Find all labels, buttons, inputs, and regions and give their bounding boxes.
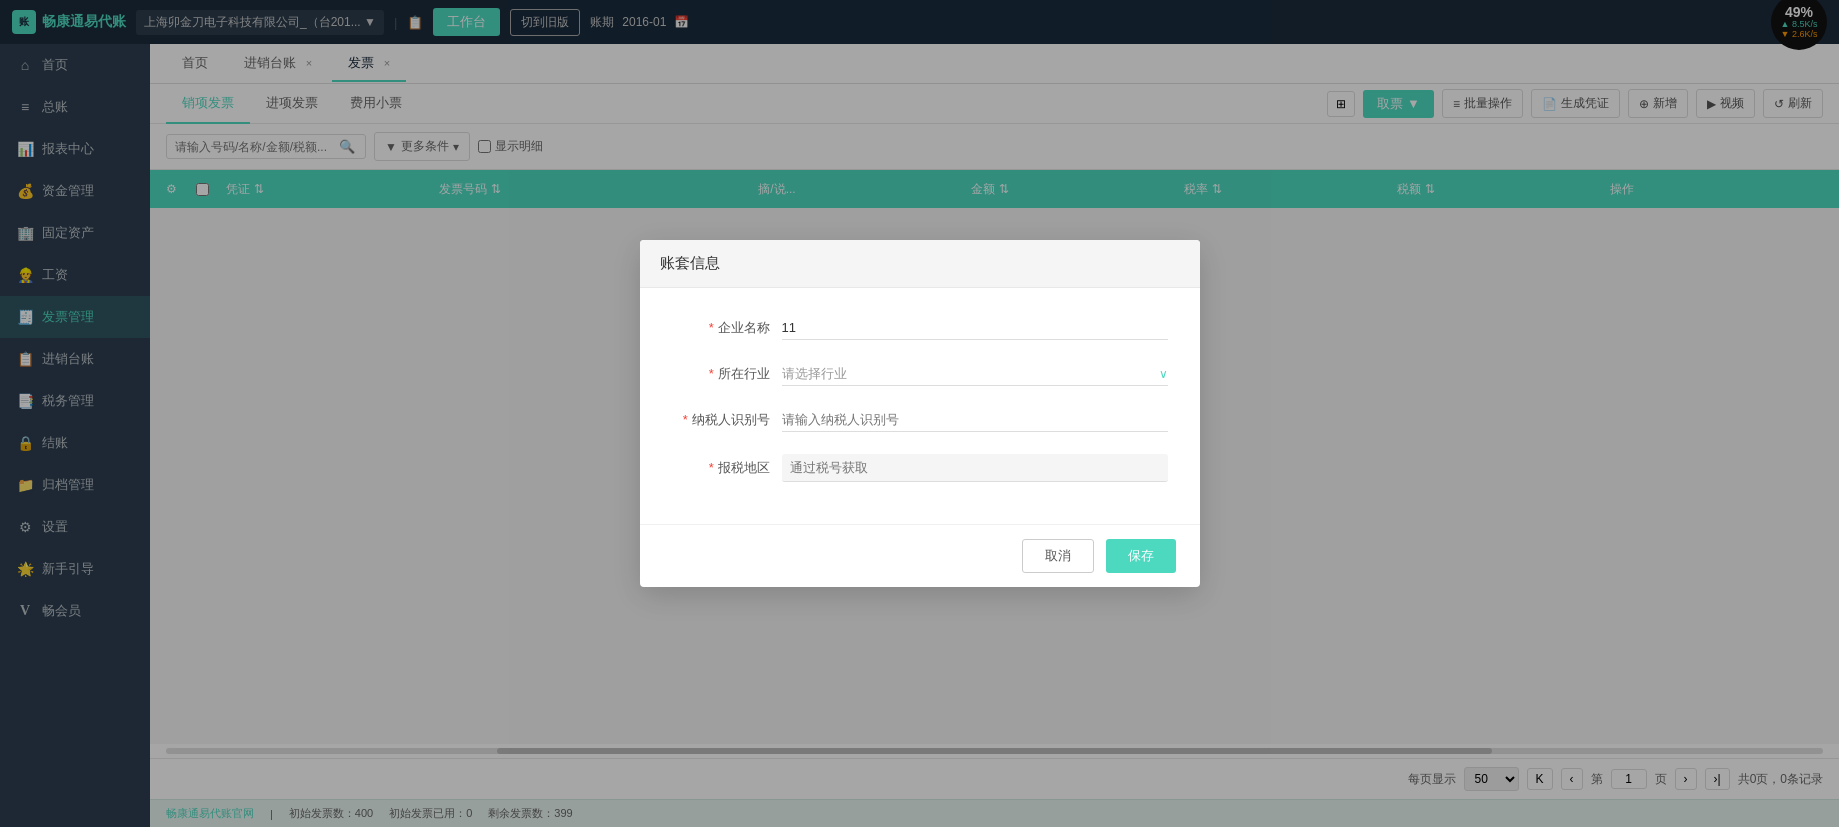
form-row-tax-region: * 报税地区 [672,454,1168,482]
chevron-down-icon: ∨ [1159,367,1168,381]
tax-id-input[interactable] [782,408,1168,432]
form-row-industry: * 所在行业 请选择行业 ∨ [672,362,1168,386]
save-button[interactable]: 保存 [1106,539,1176,573]
modal-overlay: 账套信息 * 企业名称 * 所在行业 请选择行业 [0,0,1839,827]
dialog-footer: 取消 保存 [640,524,1200,587]
industry-select-wrap[interactable]: 请选择行业 ∨ [782,362,1168,386]
dialog-body: * 企业名称 * 所在行业 请选择行业 ∨ [640,288,1200,524]
label-tax-id: * 纳税人识别号 [672,411,782,429]
enterprise-name-input[interactable] [782,316,1168,340]
label-tax-region: * 报税地区 [672,459,782,477]
form-row-enterprise-name: * 企业名称 [672,316,1168,340]
industry-select[interactable]: 请选择行业 [782,366,1159,381]
form-row-tax-id: * 纳税人识别号 [672,408,1168,432]
account-info-dialog: 账套信息 * 企业名称 * 所在行业 请选择行业 [640,240,1200,587]
dialog-header: 账套信息 [640,240,1200,288]
cancel-button[interactable]: 取消 [1022,539,1094,573]
label-enterprise-name: * 企业名称 [672,319,782,337]
label-industry: * 所在行业 [672,365,782,383]
tax-region-input [782,454,1168,482]
